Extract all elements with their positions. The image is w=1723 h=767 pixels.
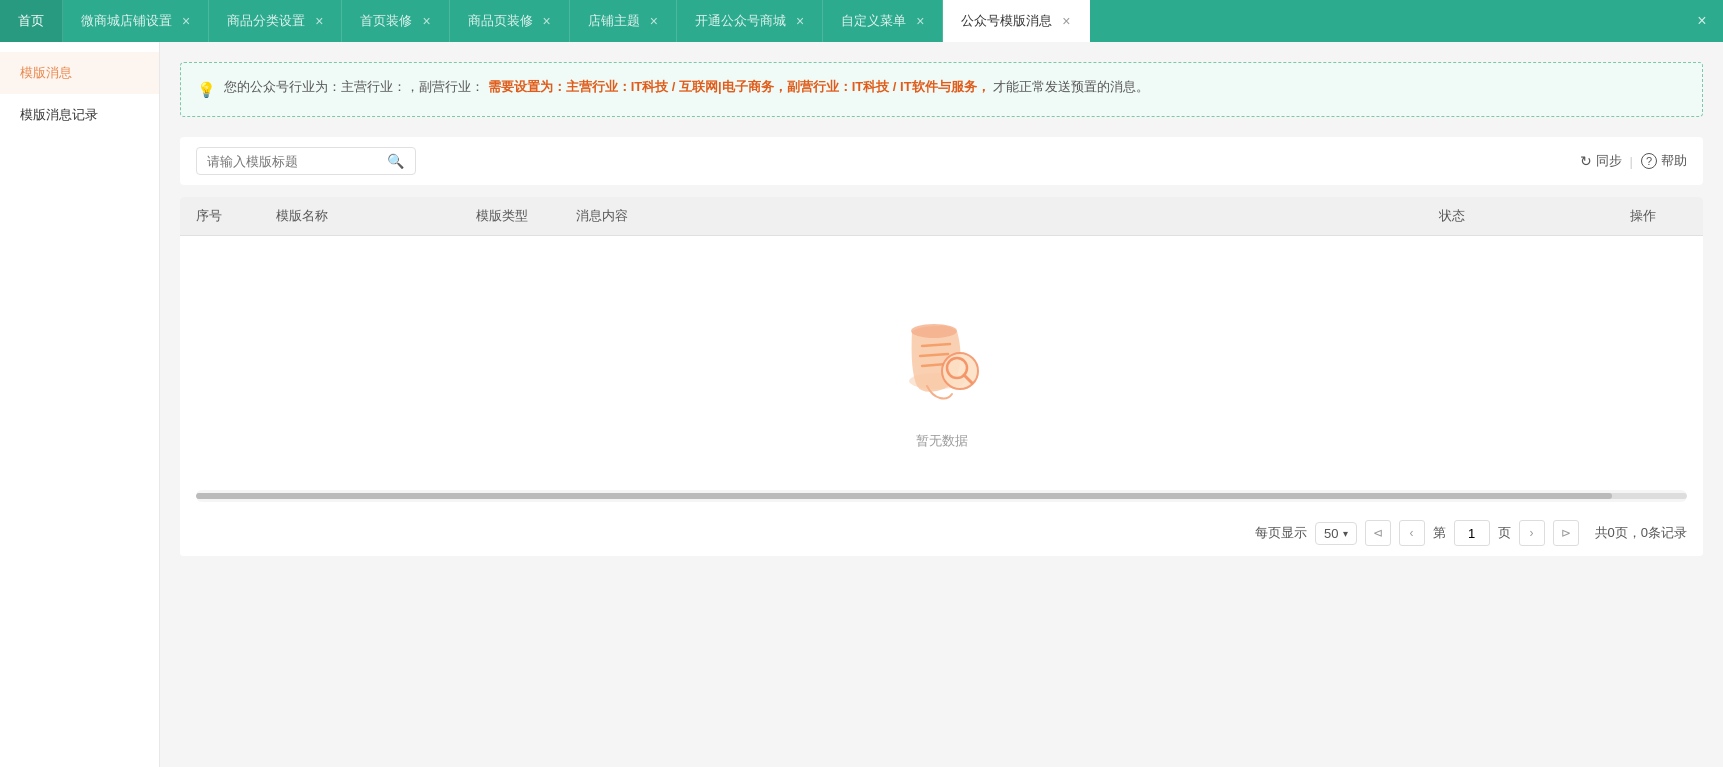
page-size-select[interactable]: 50 ▾	[1315, 522, 1356, 545]
tab-label: 店铺主题	[588, 12, 640, 30]
search-input-wrap[interactable]: 🔍	[196, 147, 416, 175]
close-icon[interactable]: ×	[182, 14, 190, 28]
tab-store-theme[interactable]: 店铺主题 ×	[570, 0, 677, 42]
tab-open-mall[interactable]: 开通公众号商城 ×	[677, 0, 823, 42]
notice-prefix: 您的公众号行业为：主营行业：，副营行业：	[224, 79, 484, 94]
tab-custom-menu[interactable]: 自定义菜单 ×	[823, 0, 943, 42]
th-action: 操作	[1583, 207, 1703, 225]
tab-label: 商品页装修	[468, 12, 533, 30]
tab-bar: 首页 微商城店铺设置 × 商品分类设置 × 首页装修 × 商品页装修 × 店铺主…	[0, 0, 1723, 42]
notice-text: 您的公众号行业为：主营行业：，副营行业： 需要设置为：主营行业：IT科技 / 互…	[224, 77, 1149, 98]
data-table: 序号 模版名称 模版类型 消息内容 状态 操作	[180, 197, 1703, 556]
scrollbar-thumb	[196, 493, 1612, 499]
page-suffix: 页	[1498, 524, 1511, 542]
first-page-button[interactable]: ⊲	[1365, 520, 1391, 546]
search-icon[interactable]: 🔍	[387, 153, 404, 169]
sync-label: 同步	[1596, 152, 1622, 170]
th-content: 消息内容	[560, 207, 1423, 225]
tab-label: 开通公众号商城	[695, 12, 786, 30]
sidebar-item-template-msg[interactable]: 模版消息	[0, 52, 159, 94]
th-name: 模版名称	[260, 207, 460, 225]
bulb-icon: 💡	[197, 78, 216, 102]
empty-state: 暂无数据	[180, 236, 1703, 490]
th-status: 状态	[1423, 207, 1583, 225]
tab-home[interactable]: 首页	[0, 0, 63, 42]
toolbar-right: ↻ 同步 | ? 帮助	[1580, 152, 1687, 170]
content-area: 💡 您的公众号行业为：主营行业：，副营行业： 需要设置为：主营行业：IT科技 /…	[160, 42, 1723, 767]
sidebar-item-label: 模版消息记录	[20, 107, 98, 122]
help-label: 帮助	[1661, 152, 1687, 170]
close-icon[interactable]: ×	[1062, 14, 1070, 28]
chevron-down-icon: ▾	[1343, 528, 1348, 539]
notice-highlight: 需要设置为：主营行业：IT科技 / 互联网|电子商务，副营行业：IT科技 / I…	[488, 79, 990, 94]
close-icon[interactable]: ×	[796, 14, 804, 28]
tab-label: 商品分类设置	[227, 12, 305, 30]
tab-product-decor[interactable]: 商品页装修 ×	[450, 0, 570, 42]
sidebar: 模版消息 模版消息记录	[0, 42, 160, 767]
th-type: 模版类型	[460, 207, 560, 225]
divider: |	[1630, 154, 1633, 169]
search-input[interactable]	[207, 154, 387, 169]
tab-home-decor[interactable]: 首页装修 ×	[342, 0, 449, 42]
tab-label: 首页装修	[360, 12, 412, 30]
tab-product-category[interactable]: 商品分类设置 ×	[209, 0, 342, 42]
next-page-button[interactable]: ›	[1519, 520, 1545, 546]
close-icon[interactable]: ×	[422, 14, 430, 28]
tab-label: 自定义菜单	[841, 12, 906, 30]
empty-illustration	[882, 296, 1002, 416]
close-icon[interactable]: ×	[650, 14, 658, 28]
tab-label: 微商城店铺设置	[81, 12, 172, 30]
scrollbar-track	[196, 493, 1687, 499]
refresh-icon: ↻	[1580, 153, 1592, 169]
sidebar-item-label: 模版消息	[20, 65, 72, 80]
page-number-input[interactable]	[1454, 520, 1490, 546]
empty-text: 暂无数据	[916, 432, 968, 450]
last-page-button[interactable]: ⊳	[1553, 520, 1579, 546]
page-size-value: 50	[1324, 526, 1338, 541]
close-icon[interactable]: ×	[543, 14, 551, 28]
toolbar: 🔍 ↻ 同步 | ? 帮助	[180, 137, 1703, 185]
total-info: 共0页，0条记录	[1595, 524, 1687, 542]
home-tab-label: 首页	[18, 12, 44, 30]
svg-point-1	[911, 324, 957, 338]
help-button[interactable]: ? 帮助	[1641, 152, 1687, 170]
th-seq: 序号	[180, 207, 260, 225]
help-icon: ?	[1641, 153, 1657, 169]
close-icon[interactable]: ×	[916, 14, 924, 28]
notice-box: 💡 您的公众号行业为：主营行业：，副营行业： 需要设置为：主营行业：IT科技 /…	[180, 62, 1703, 117]
window-close-button[interactable]: ×	[1681, 0, 1723, 42]
page-size-label: 每页显示	[1255, 524, 1307, 542]
notice-suffix: 才能正常发送预置的消息。	[993, 79, 1149, 94]
prev-page-button[interactable]: ‹	[1399, 520, 1425, 546]
scrollbar-area[interactable]	[196, 490, 1687, 502]
tab-label: 公众号模版消息	[961, 12, 1052, 30]
table-header: 序号 模版名称 模版类型 消息内容 状态 操作	[180, 197, 1703, 236]
tab-template-msg[interactable]: 公众号模版消息 ×	[943, 0, 1089, 42]
sync-button[interactable]: ↻ 同步	[1580, 152, 1622, 170]
sidebar-item-template-msg-log[interactable]: 模版消息记录	[0, 94, 159, 136]
pagination: 每页显示 50 ▾ ⊲ ‹ 第 页 › ⊳ 共0页，0条记录	[180, 510, 1703, 556]
close-icon[interactable]: ×	[315, 14, 323, 28]
page-label: 第	[1433, 524, 1446, 542]
tab-weshop-setting[interactable]: 微商城店铺设置 ×	[63, 0, 209, 42]
main-layout: 模版消息 模版消息记录 💡 您的公众号行业为：主营行业：，副营行业： 需要设置为…	[0, 42, 1723, 767]
